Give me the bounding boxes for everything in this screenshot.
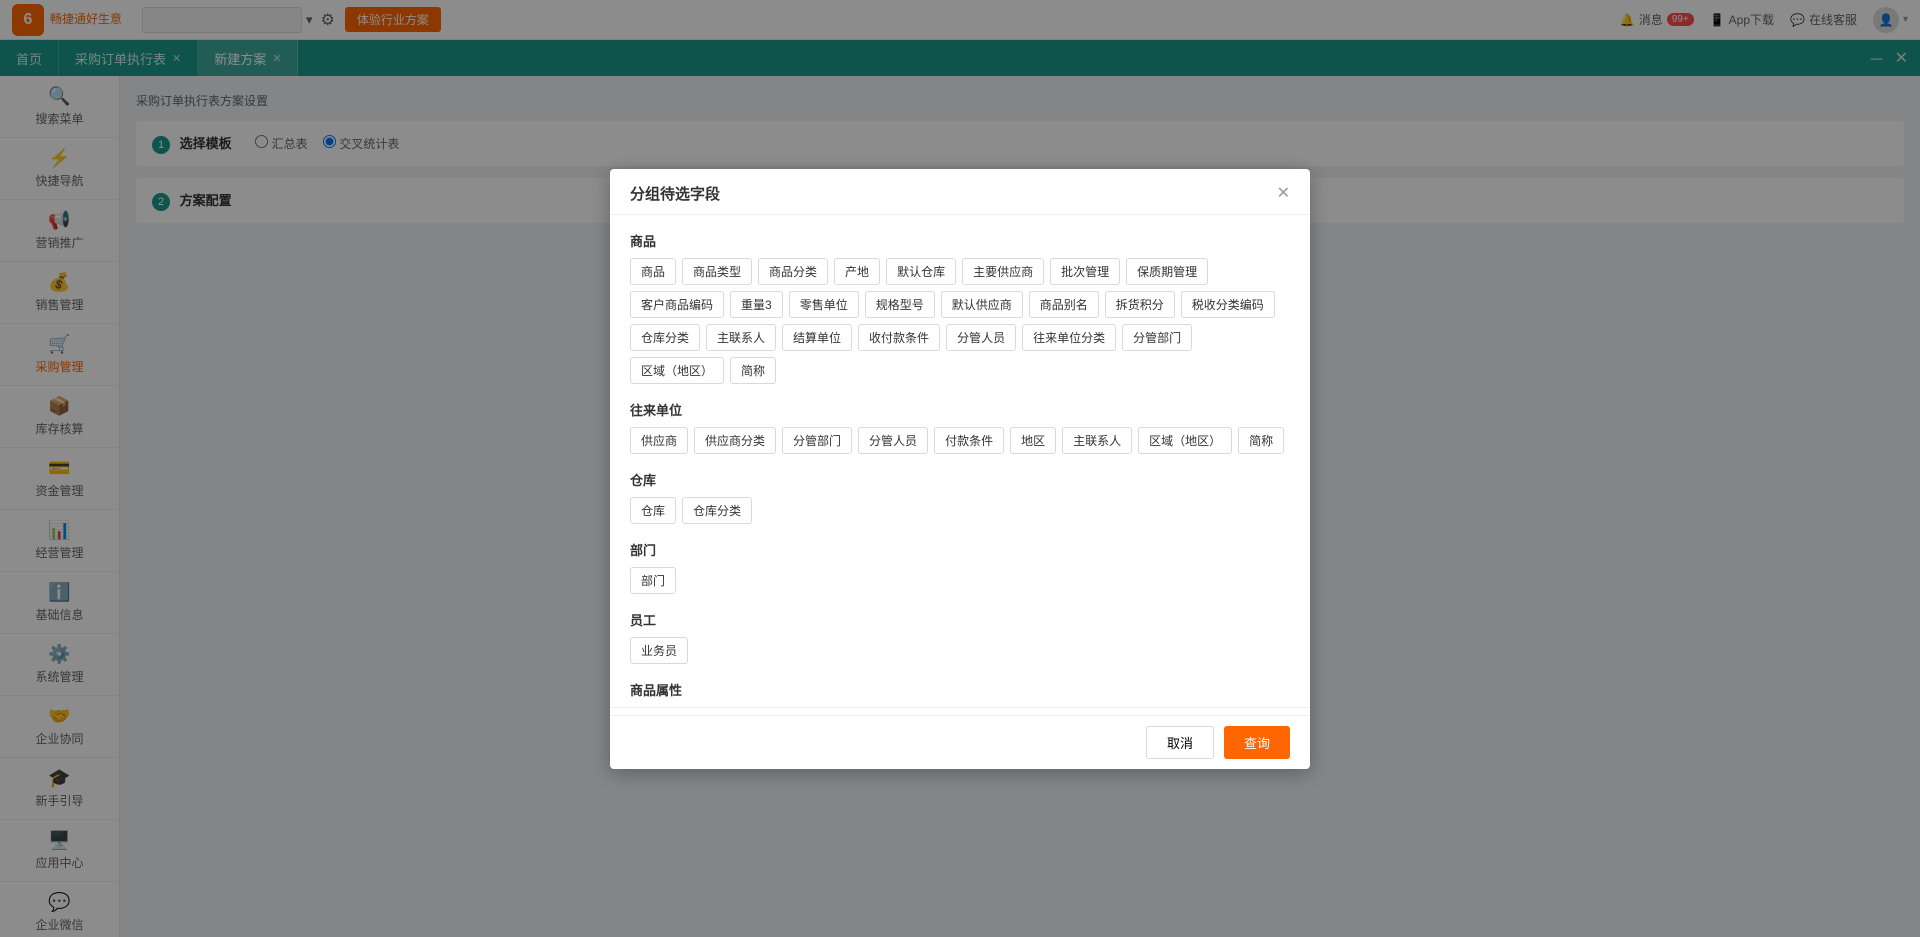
modal-header: 分组待选字段 ✕	[610, 169, 1310, 215]
section-staff-tags: 业务员	[630, 637, 1290, 664]
tag-goods-15[interactable]: 税收分类编码	[1181, 291, 1275, 318]
section-attr: 商品属性 属性 颜色 多规格 尺码 鞋码 1	[630, 680, 1290, 707]
tag-goods-24[interactable]: 简称	[730, 357, 776, 384]
section-goods: 商品 商品 商品类型 商品分类 产地 默认仓库 主要供应商 批次管理 保质期管理…	[630, 231, 1290, 384]
section-warehouse-title: 仓库	[630, 470, 1290, 489]
section-dept: 部门 部门	[630, 540, 1290, 594]
tag-partner-5[interactable]: 地区	[1010, 427, 1056, 454]
modal-hscrollbar[interactable]	[610, 707, 1310, 715]
section-partner-title: 往来单位	[630, 400, 1290, 419]
section-dept-tags: 部门	[630, 567, 1290, 594]
tag-goods-11[interactable]: 规格型号	[865, 291, 935, 318]
tag-goods-17[interactable]: 主联系人	[706, 324, 776, 351]
section-warehouse-tags: 仓库 仓库分类	[630, 497, 1290, 524]
section-partner: 往来单位 供应商 供应商分类 分管部门 分管人员 付款条件 地区 主联系人 区域…	[630, 400, 1290, 454]
tag-goods-19[interactable]: 收付款条件	[858, 324, 940, 351]
tag-partner-6[interactable]: 主联系人	[1062, 427, 1132, 454]
tag-goods-3[interactable]: 产地	[834, 258, 880, 285]
section-goods-tags: 商品 商品类型 商品分类 产地 默认仓库 主要供应商 批次管理 保质期管理 客户…	[630, 258, 1290, 384]
tag-goods-8[interactable]: 客户商品编码	[630, 291, 724, 318]
tag-goods-20[interactable]: 分管人员	[946, 324, 1016, 351]
section-goods-title: 商品	[630, 231, 1290, 250]
tag-warehouse-0[interactable]: 仓库	[630, 497, 676, 524]
modal-body: 商品 商品 商品类型 商品分类 产地 默认仓库 主要供应商 批次管理 保质期管理…	[610, 215, 1310, 707]
section-attr-title: 商品属性	[630, 680, 1290, 699]
tag-dept-0[interactable]: 部门	[630, 567, 676, 594]
tag-staff-0[interactable]: 业务员	[630, 637, 688, 664]
tag-goods-13[interactable]: 商品别名	[1029, 291, 1099, 318]
tag-partner-8[interactable]: 简称	[1238, 427, 1284, 454]
tag-partner-1[interactable]: 供应商分类	[694, 427, 776, 454]
tag-goods-16[interactable]: 仓库分类	[630, 324, 700, 351]
tag-partner-4[interactable]: 付款条件	[934, 427, 1004, 454]
section-warehouse: 仓库 仓库 仓库分类	[630, 470, 1290, 524]
tag-partner-3[interactable]: 分管人员	[858, 427, 928, 454]
cancel-button[interactable]: 取消	[1146, 726, 1214, 759]
tag-warehouse-1[interactable]: 仓库分类	[682, 497, 752, 524]
tag-goods-12[interactable]: 默认供应商	[941, 291, 1023, 318]
tag-goods-23[interactable]: 区域（地区）	[630, 357, 724, 384]
tag-goods-7[interactable]: 保质期管理	[1126, 258, 1208, 285]
tag-goods-21[interactable]: 往来单位分类	[1022, 324, 1116, 351]
section-staff: 员工 业务员	[630, 610, 1290, 664]
tag-goods-18[interactable]: 结算单位	[782, 324, 852, 351]
tag-goods-10[interactable]: 零售单位	[789, 291, 859, 318]
tag-goods-1[interactable]: 商品类型	[682, 258, 752, 285]
modal: 分组待选字段 ✕ 商品 商品 商品类型 商品分类 产地 默认仓库 主要供应商 批…	[610, 169, 1310, 769]
tag-goods-6[interactable]: 批次管理	[1050, 258, 1120, 285]
tag-goods-4[interactable]: 默认仓库	[886, 258, 956, 285]
modal-title: 分组待选字段	[630, 183, 720, 204]
modal-close-btn[interactable]: ✕	[1277, 183, 1290, 203]
tag-goods-0[interactable]: 商品	[630, 258, 676, 285]
tag-goods-2[interactable]: 商品分类	[758, 258, 828, 285]
section-partner-tags: 供应商 供应商分类 分管部门 分管人员 付款条件 地区 主联系人 区域（地区） …	[630, 427, 1290, 454]
modal-footer: 取消 查询	[610, 715, 1310, 769]
section-staff-title: 员工	[630, 610, 1290, 629]
confirm-button[interactable]: 查询	[1224, 726, 1290, 759]
tag-partner-2[interactable]: 分管部门	[782, 427, 852, 454]
tag-partner-7[interactable]: 区域（地区）	[1138, 427, 1232, 454]
tag-goods-22[interactable]: 分管部门	[1122, 324, 1192, 351]
section-dept-title: 部门	[630, 540, 1290, 559]
tag-partner-0[interactable]: 供应商	[630, 427, 688, 454]
tag-goods-9[interactable]: 重量3	[730, 291, 783, 318]
modal-overlay: 分组待选字段 ✕ 商品 商品 商品类型 商品分类 产地 默认仓库 主要供应商 批…	[0, 0, 1920, 937]
tag-goods-5[interactable]: 主要供应商	[962, 258, 1044, 285]
tag-goods-14[interactable]: 拆货积分	[1105, 291, 1175, 318]
